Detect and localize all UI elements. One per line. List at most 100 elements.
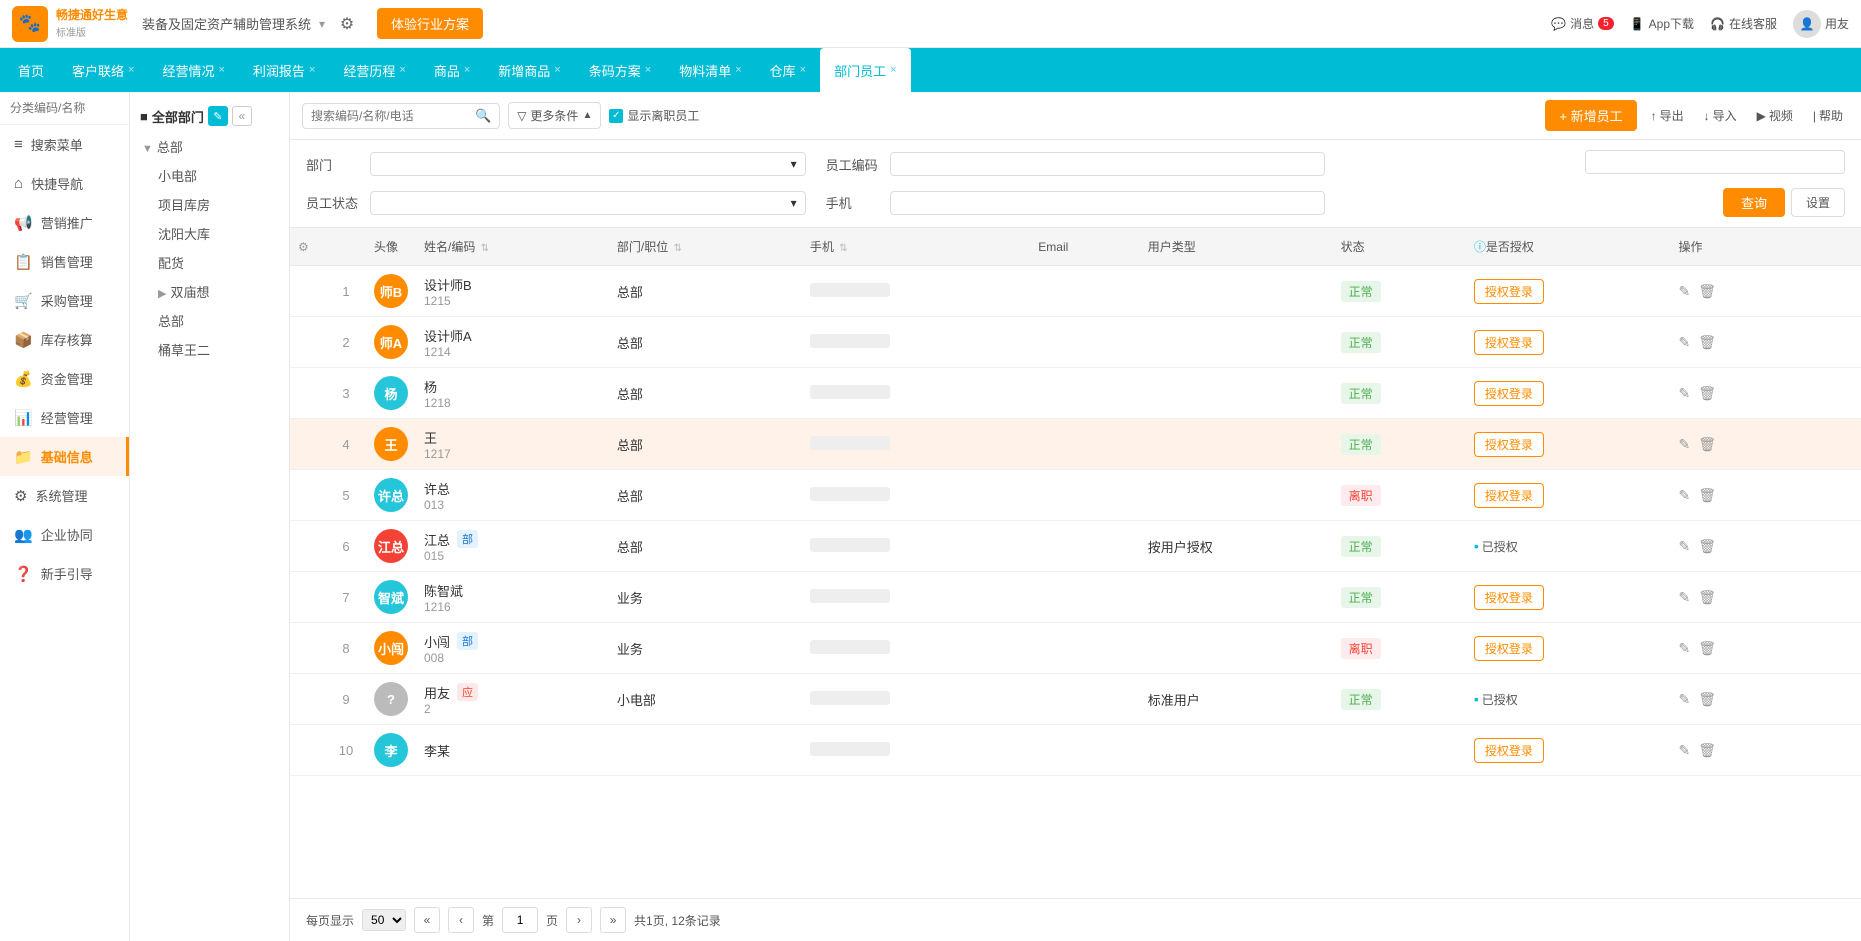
dept-node-xiaodian[interactable]: 小电部 (130, 161, 289, 190)
edit-icon[interactable]: ✎ (1679, 334, 1691, 351)
delete-icon[interactable]: 🗑 (1698, 334, 1716, 351)
message-button[interactable]: 💬 消息 5 (1551, 15, 1614, 32)
close-icon[interactable]: × (890, 64, 896, 76)
sidebar-item-guide[interactable]: ❓ 新手引导 (0, 554, 129, 593)
search-input[interactable] (311, 109, 471, 123)
tab-warehouse[interactable]: 仓库× (756, 48, 820, 92)
edit-icon[interactable]: ✎ (1679, 691, 1691, 708)
delete-icon[interactable]: 🗑 (1698, 742, 1716, 759)
export-button[interactable]: ↑ 导出 (1645, 103, 1690, 128)
filter-status-select[interactable]: ▾ (370, 191, 806, 215)
dept-node-xiangmu[interactable]: 项目库房 (130, 190, 289, 219)
tab-dept-staff[interactable]: 部门员工× (820, 48, 910, 92)
tab-customer[interactable]: 客户联络× (58, 48, 148, 92)
dept-node-shenyang[interactable]: 沈阳大库 (130, 219, 289, 248)
add-employee-button[interactable]: + 新增员工 (1545, 100, 1636, 131)
tab-operation[interactable]: 经营情况× (148, 48, 238, 92)
edit-icon[interactable]: ✎ (1679, 742, 1691, 759)
sidebar-item-system[interactable]: ⚙ 系统管理 (0, 476, 129, 515)
import-button[interactable]: ↓ 导入 (1698, 103, 1743, 128)
auth-login-button[interactable]: 授权登录 (1474, 279, 1544, 304)
auth-login-button[interactable]: 授权登录 (1474, 432, 1544, 457)
page-input[interactable] (502, 907, 538, 933)
sidebar-item-sales[interactable]: 📋 销售管理 (0, 242, 129, 281)
close-icon[interactable]: × (735, 64, 741, 76)
sidebar-item-marketing[interactable]: 📢 营销推广 (0, 203, 129, 242)
delete-icon[interactable]: 🗑 (1698, 691, 1716, 708)
filter-more-button[interactable]: ▽ 更多条件 ▲ (508, 102, 601, 129)
auth-login-button[interactable]: 授权登录 (1474, 738, 1544, 763)
close-icon[interactable]: × (218, 64, 224, 76)
close-icon[interactable]: × (399, 64, 405, 76)
delete-icon[interactable]: 🗑 (1698, 589, 1716, 606)
dept-header-text[interactable]: 全部部门 (152, 107, 204, 126)
reset-button[interactable]: 设置 (1791, 188, 1845, 217)
sidebar-item-quicknav[interactable]: ⌂ 快捷导航 (0, 164, 129, 203)
delete-icon[interactable]: 🗑 (1698, 487, 1716, 504)
edit-icon[interactable]: ✎ (1679, 487, 1691, 504)
sidebar-search-input[interactable] (10, 101, 130, 115)
edit-icon[interactable]: ✎ (1679, 436, 1691, 453)
online-service-button[interactable]: 🎧 在线客服 (1710, 15, 1777, 32)
dept-node-shuangxiang[interactable]: ▶双庙想 (130, 277, 289, 306)
close-icon[interactable]: × (554, 64, 560, 76)
close-icon[interactable]: × (309, 64, 315, 76)
trial-button[interactable]: 体验行业方案 (377, 8, 483, 39)
sys-title-arrow[interactable]: ▾ (319, 17, 325, 31)
edit-icon[interactable]: ✎ (1679, 538, 1691, 555)
delete-icon[interactable]: 🗑 (1698, 385, 1716, 402)
user-area[interactable]: 👤 用友 (1793, 10, 1849, 38)
dept-node-peihuo[interactable]: 配货 (130, 248, 289, 277)
edit-icon[interactable]: ✎ (1679, 385, 1691, 402)
tab-home[interactable]: 首页 (4, 48, 58, 92)
last-page-button[interactable]: » (600, 907, 626, 933)
sidebar-item-basic[interactable]: 📁 基础信息 (0, 437, 129, 476)
tab-bom[interactable]: 物料清单× (665, 48, 755, 92)
edit-icon[interactable]: ✎ (1679, 589, 1691, 606)
edit-icon[interactable]: ✎ (1679, 283, 1691, 300)
tab-history[interactable]: 经营历程× (329, 48, 419, 92)
close-icon[interactable]: × (800, 64, 806, 76)
auth-login-button[interactable]: 授权登录 (1474, 330, 1544, 355)
close-icon[interactable]: × (128, 64, 134, 76)
filter-phone-input[interactable] (890, 191, 1326, 215)
dept-node-tucaowang[interactable]: 桶草王二 (130, 335, 289, 364)
filter-empname-input[interactable] (1585, 150, 1845, 174)
filter-empcode-input[interactable] (890, 152, 1326, 176)
close-icon[interactable]: × (464, 64, 470, 76)
gear-icon[interactable]: ⚙ (333, 10, 361, 38)
auth-login-button[interactable]: 授权登录 (1474, 381, 1544, 406)
tab-goods[interactable]: 商品× (420, 48, 484, 92)
query-button[interactable]: 查询 (1723, 188, 1785, 217)
auth-login-button[interactable]: 授权登录 (1474, 483, 1544, 508)
close-icon[interactable]: × (645, 64, 651, 76)
first-page-button[interactable]: « (414, 907, 440, 933)
sidebar-item-capital[interactable]: 💰 资金管理 (0, 359, 129, 398)
dept-node-zongbu-parent[interactable]: ▼总部 (130, 132, 289, 161)
sidebar-item-operation[interactable]: 📊 经营管理 (0, 398, 129, 437)
edit-icon[interactable]: ✎ (1679, 640, 1691, 657)
app-download-button[interactable]: 📱 App下载 (1630, 15, 1694, 32)
th-dept[interactable]: 部门/职位 ⇅ (609, 228, 802, 266)
help-button[interactable]: | 帮助 (1807, 103, 1849, 128)
delete-icon[interactable]: 🗑 (1698, 283, 1716, 300)
settings-icon[interactable]: ⚙ (298, 240, 309, 254)
th-name-code[interactable]: 姓名/编码 ⇅ (416, 228, 609, 266)
delete-icon[interactable]: 🗑 (1698, 640, 1716, 657)
search-icon[interactable]: 🔍 (475, 108, 491, 124)
sidebar-item-purchase[interactable]: 🛒 采购管理 (0, 281, 129, 320)
view-button[interactable]: ▶ 视频 (1751, 103, 1799, 128)
sidebar-item-search[interactable]: ≡ 搜索菜单 (0, 125, 129, 164)
next-page-button[interactable]: › (566, 907, 592, 933)
filter-dept-select[interactable]: ▾ (370, 152, 806, 176)
dept-node-zongbu[interactable]: 总部 (130, 306, 289, 335)
auth-login-button[interactable]: 授权登录 (1474, 636, 1544, 661)
prev-page-button[interactable]: ‹ (448, 907, 474, 933)
th-phone[interactable]: 手机 ⇅ (802, 228, 1030, 266)
delete-icon[interactable]: 🗑 (1698, 436, 1716, 453)
tab-profit[interactable]: 利润报告× (239, 48, 329, 92)
auth-login-button[interactable]: 授权登录 (1474, 585, 1544, 610)
dept-collapse-button[interactable]: « (232, 106, 252, 126)
sidebar-item-inventory[interactable]: 📦 库存核算 (0, 320, 129, 359)
dept-edit-icon[interactable]: ✎ (208, 106, 228, 126)
